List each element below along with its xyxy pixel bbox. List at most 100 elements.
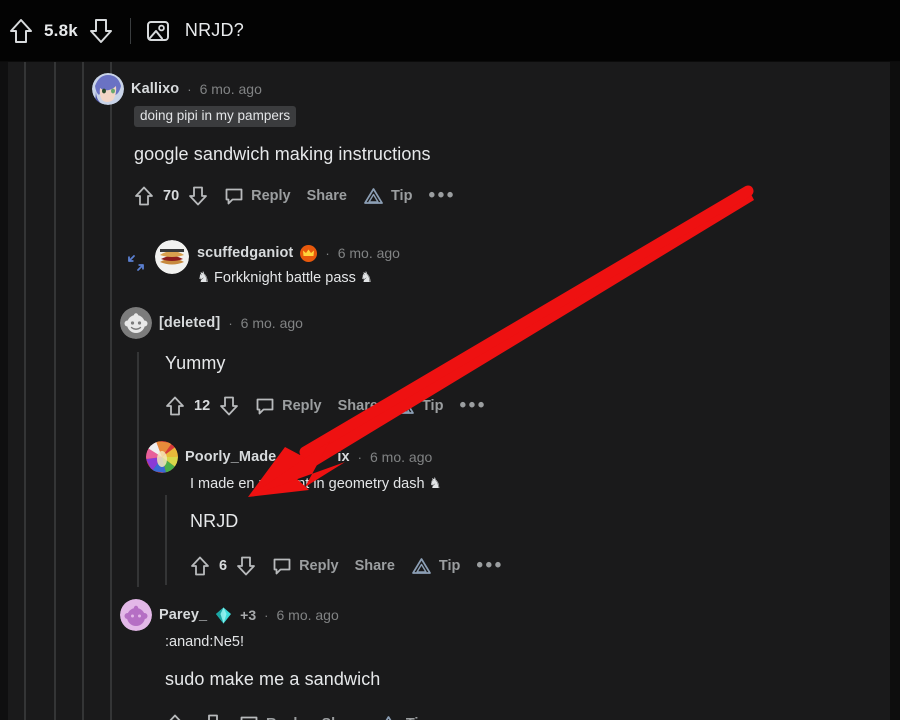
comment-downvote-icon[interactable] [236,555,256,577]
comment-action-row: 6 Reply Share Tip ••• [190,553,866,579]
share-button[interactable]: Share [338,398,378,414]
comment-username-tail[interactable]: ix [337,449,349,465]
comment-action-row: 70 Reply Share Tip ••• [134,183,852,209]
share-button[interactable]: Share [322,716,362,720]
more-options-button[interactable]: ••• [459,396,486,415]
comment-header: scuffedganiot · 6 mo. ago [197,242,400,264]
thread-line-depth-1[interactable] [24,62,26,720]
reply-label: Reply [259,716,306,720]
thread-line-depth-2[interactable] [54,62,56,720]
upvote-arrow-icon[interactable] [8,17,34,45]
thread-line-depth-3[interactable] [82,62,84,720]
tip-label: Tip [438,557,461,574]
share-button[interactable]: Share [307,188,347,204]
thread-line-parey[interactable] [110,660,112,720]
separator-dot: · [264,607,269,623]
share-label: Share [337,397,378,414]
tip-triangle-icon [378,714,399,720]
post-title: NRJD? [184,20,244,40]
avatar-kallixo[interactable] [92,73,124,105]
separator-dot: · [228,315,233,331]
image-icon[interactable] [145,18,171,44]
reply-label: Reply [299,557,339,574]
avatar-parey[interactable] [120,599,152,631]
user-flair[interactable]: doing pipi in my pampers [134,106,297,127]
tip-label: Tip [399,716,427,720]
share-button[interactable]: Share [355,558,395,574]
comment-header: Parey_ +3 · 6 mo. ago [120,599,860,631]
comment-upvote-icon[interactable] [134,185,154,207]
avatar-scuffedganiot[interactable] [155,240,189,274]
comment-body: NRJD [190,511,239,531]
expand-arrows-icon[interactable] [125,252,147,274]
downvote-arrow-icon[interactable] [88,17,114,45]
share-label: Share [354,557,395,574]
comment-username[interactable]: Kallixo [131,81,179,97]
comment-bubble-icon [272,556,292,576]
left-gutter [0,62,8,720]
separator-dot: · [325,245,330,261]
separator-dot: · [357,449,362,465]
comment-bubble-icon [255,396,275,416]
comment-timestamp: 6 mo. ago [337,245,400,261]
tip-triangle-icon [363,186,384,206]
comment-username[interactable]: scuffedganiot [197,245,293,261]
comment-action-row: Reply Share Tip [165,711,860,720]
comment-username[interactable]: Parey_ [159,607,207,623]
comment-body: Yummy [165,353,226,373]
tip-button[interactable]: Tip [394,396,443,416]
comment-timestamp: 6 mo. ago [276,607,339,623]
avatar-deleted-snoo[interactable] [120,307,152,339]
comment-body: sudo make me a sandwich [165,669,381,689]
reply-button[interactable]: Reply [224,186,291,206]
comment-header: Kallixo · 6 mo. ago [92,73,852,105]
comment-username[interactable]: [deleted] [159,315,220,331]
comment-action-row: 12 Reply Share Tip ••• [165,393,860,419]
reply-button[interactable]: Reply [272,556,339,576]
tip-button[interactable]: Tip [411,556,460,576]
user-flair: I made en passant in geometry dash ♞ [190,476,442,492]
comment-poorly-made: Poorly_Made ix · 6 mo. ago I made en pas… [146,441,866,579]
crown-badge-icon[interactable] [300,244,318,262]
badge-count[interactable]: +3 [240,607,256,623]
comment-timestamp: 6 mo. ago [199,81,262,97]
more-options-button[interactable]: ••• [476,556,503,575]
comment-scuffedganiot: scuffedganiot · 6 mo. ago ♞ Forkknight b… [125,240,865,286]
comment-upvote-icon[interactable] [190,555,210,577]
reply-label: Reply [251,188,291,205]
tip-triangle-icon [411,556,432,576]
reply-label: Reply [282,397,322,414]
tip-label: Tip [421,397,444,414]
comment-bubble-icon [239,714,259,720]
gem-badge-icon[interactable] [214,606,233,625]
comment-timestamp: 6 mo. ago [240,315,303,331]
comment-score: 12 [194,397,211,414]
tip-label: Tip [390,188,413,205]
more-options-button[interactable]: ••• [428,186,455,205]
collapsed-comment-preview: ♞ Forkknight battle pass ♞ [197,270,373,286]
comment-body: google sandwich making instructions [134,143,431,164]
tip-button[interactable]: Tip [363,186,412,206]
comment-downvote-icon[interactable] [188,185,208,207]
post-header-bar: 5.8k NRJD? [0,0,900,62]
user-flair: :anand:Ne5! [165,634,245,650]
avatar-poorly-made[interactable] [146,441,178,473]
comment-downvote-icon[interactable] [219,395,239,417]
comment-header: Poorly_Made ix · 6 mo. ago [146,441,866,473]
comment-header: [deleted] · 6 mo. ago [120,307,860,339]
post-score: 5.8k [44,20,78,40]
comment-kallixo: Kallixo · 6 mo. ago doing pipi in my pam… [92,73,852,209]
comment-username[interactable]: Poorly_Made [185,449,276,465]
comment-deleted: [deleted] · 6 mo. ago Yummy 12 Reply Sha… [120,307,860,419]
reply-button[interactable]: Reply [255,396,322,416]
comment-upvote-icon[interactable] [165,713,185,720]
scrollbar-track[interactable] [890,62,900,720]
comment-bubble-icon [224,186,244,206]
comment-timestamp: 6 mo. ago [370,449,433,465]
tip-button[interactable]: Tip [378,714,427,720]
reply-button[interactable]: Reply [239,714,306,720]
comment-downvote-icon[interactable] [203,713,223,720]
comment-upvote-icon[interactable] [165,395,185,417]
post-vote-group: 5.8k [8,17,114,45]
share-label: Share [306,188,347,205]
